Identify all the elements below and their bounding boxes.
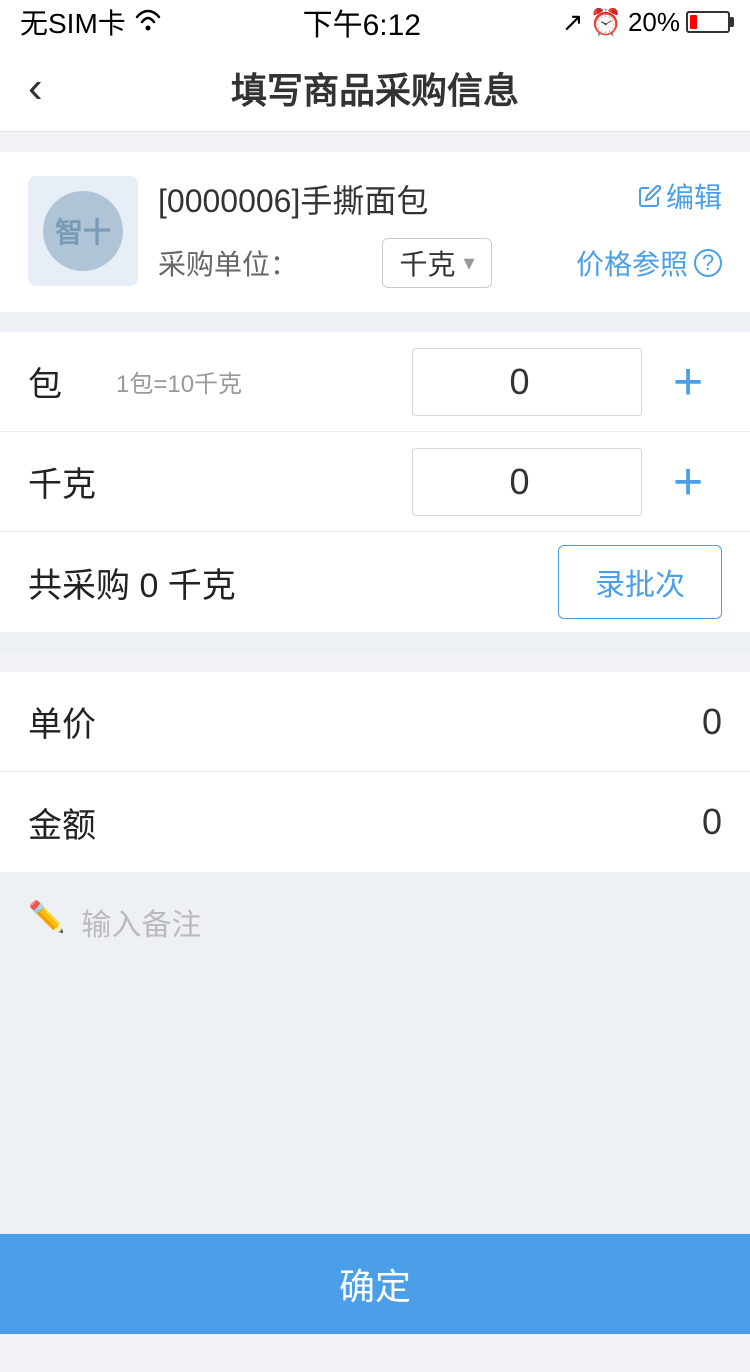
input-section: 包 1包=10千克 + 千克 +: [0, 332, 750, 532]
location-icon: ↗: [562, 7, 584, 38]
bag-label: 包: [28, 357, 108, 406]
price-ref-label: 价格参照: [576, 243, 688, 283]
kg-quantity-input[interactable]: [412, 448, 642, 516]
battery-percent: 20%: [628, 7, 680, 38]
status-left: 无SIM卡: [20, 2, 162, 42]
page-title: 填写商品采购信息: [231, 62, 519, 114]
kg-label: 千克: [28, 457, 108, 506]
status-bar: 无SIM卡 下午6:12 ↗ ⏰ 20%: [0, 0, 750, 44]
price-ref-button[interactable]: 价格参照 ?: [576, 243, 722, 283]
confirm-bar[interactable]: 确定: [0, 1234, 750, 1334]
unit-price-value: 0: [702, 701, 722, 743]
alarm-icon: ⏰: [590, 7, 622, 38]
kg-plus-button[interactable]: +: [654, 448, 722, 516]
section-divider-2: [0, 632, 750, 652]
note-placeholder: 输入备注: [81, 900, 201, 944]
unit-label: 采购单位：: [158, 243, 298, 283]
kg-input-right: +: [412, 448, 722, 516]
unit-dropdown-arrow: ▾: [463, 250, 474, 276]
back-button[interactable]: ‹: [28, 66, 43, 110]
note-section[interactable]: ✏️ 输入备注: [0, 872, 750, 992]
unit-value: 千克: [399, 243, 455, 283]
batch-button[interactable]: 录批次: [558, 545, 722, 619]
total-row: 共采购 0 千克 录批次: [0, 532, 750, 632]
unit-selector[interactable]: 千克 ▾: [382, 238, 491, 288]
bag-quantity-input[interactable]: [412, 348, 642, 416]
confirm-button-label: 确定: [339, 1258, 411, 1310]
product-name: [0000006]手撕面包: [158, 176, 428, 222]
bag-input-row: 包 1包=10千克 +: [0, 332, 750, 432]
status-time: 下午6:12: [303, 0, 421, 44]
product-thumb-text: 智十: [43, 191, 123, 271]
amount-label: 金额: [28, 798, 96, 847]
edit-icon: [638, 184, 662, 208]
pencil-icon: ✏️: [28, 900, 65, 935]
amount-value: 0: [702, 801, 722, 843]
battery-icon: [686, 11, 730, 33]
unit-price-label: 单价: [28, 697, 96, 746]
bag-plus-button[interactable]: +: [654, 348, 722, 416]
carrier-text: 无SIM卡: [20, 2, 126, 42]
price-section: 单价 0 金额 0: [0, 672, 750, 872]
product-thumbnail: 智十: [28, 176, 138, 286]
bag-input-right: +: [412, 348, 722, 416]
bag-sub-label: 1包=10千克: [116, 364, 412, 399]
product-info: [0000006]手撕面包 编辑 采购单位： 千克 ▾ 价格参照 ?: [158, 176, 722, 288]
edit-button[interactable]: 编辑: [638, 176, 722, 216]
product-card: 智十 [0000006]手撕面包 编辑 采购单位： 千克 ▾: [0, 152, 750, 312]
nav-bar: ‹ 填写商品采购信息: [0, 44, 750, 132]
unit-price-row: 单价 0: [0, 672, 750, 772]
amount-row: 金额 0: [0, 772, 750, 872]
price-ref-question-icon: ?: [694, 249, 722, 277]
total-text: 共采购 0 千克: [28, 558, 236, 607]
wifi-icon: [134, 6, 162, 38]
edit-label: 编辑: [666, 176, 722, 216]
section-divider-1: [0, 312, 750, 332]
bottom-space: [0, 992, 750, 1272]
status-right: ↗ ⏰ 20%: [562, 7, 730, 38]
kg-input-row: 千克 +: [0, 432, 750, 532]
